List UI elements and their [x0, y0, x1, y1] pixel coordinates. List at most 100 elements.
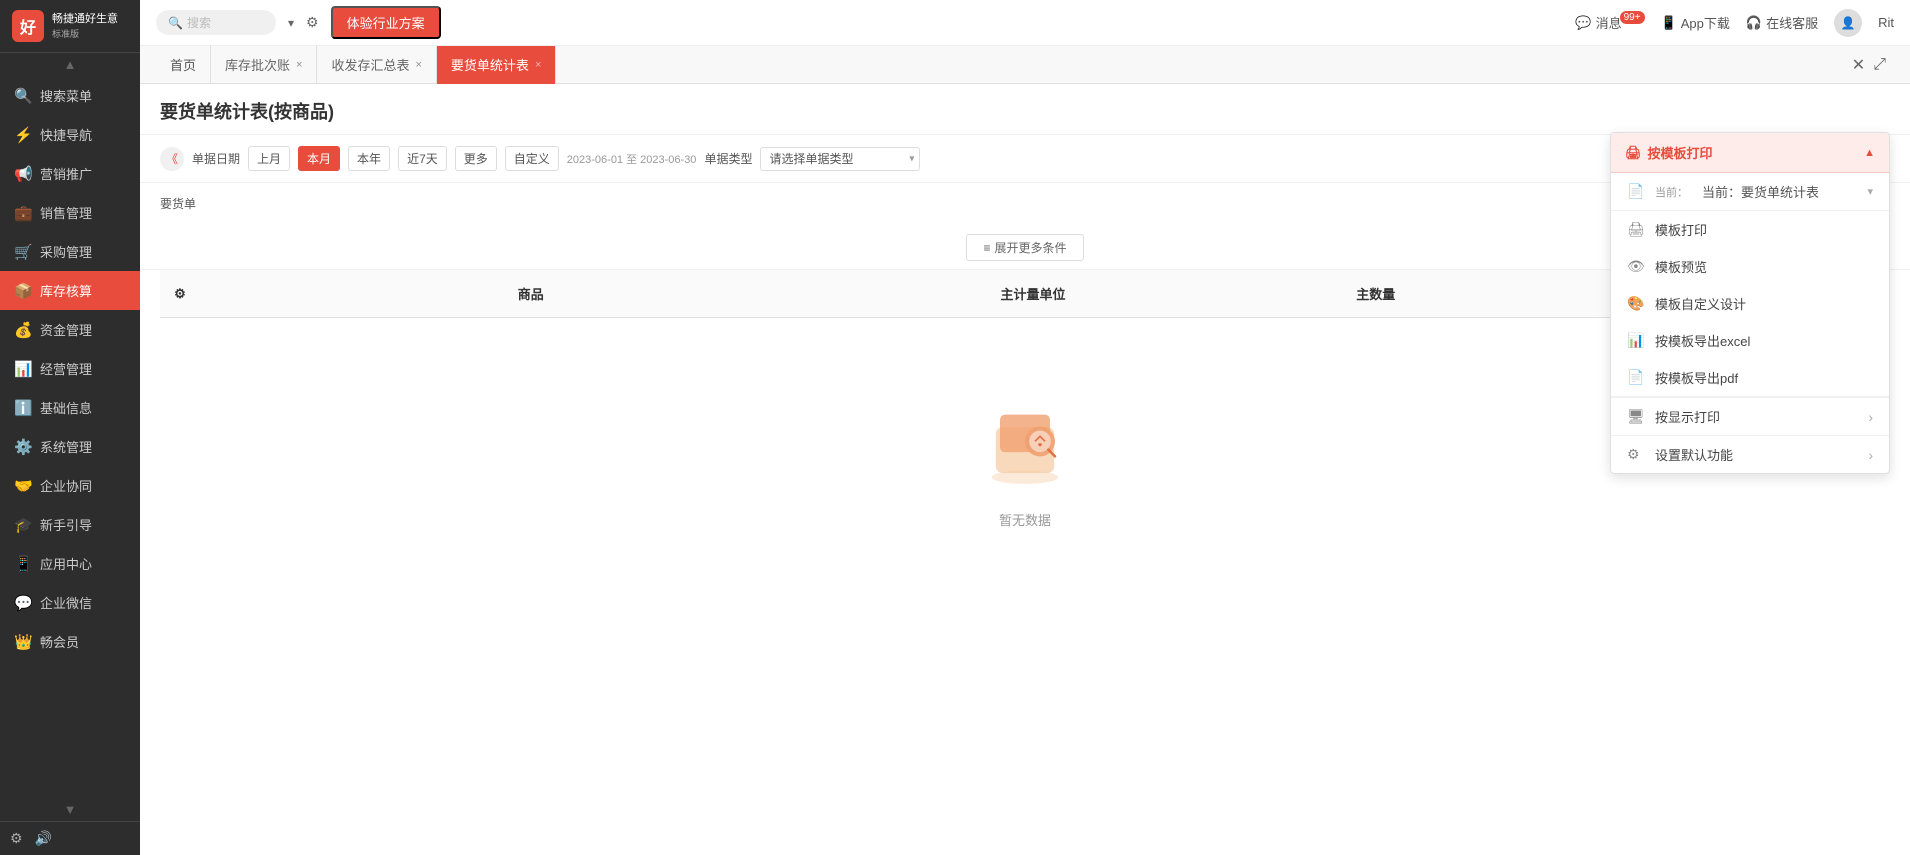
- app-download-action[interactable]: 📱 App下载: [1661, 13, 1730, 32]
- dropdown-item-export-excel[interactable]: 📊 按模板导出excel: [1611, 322, 1889, 359]
- col-product: 商品: [200, 278, 862, 309]
- expand-more-label: 展开更多条件: [995, 239, 1067, 256]
- current-dropdown-arrow[interactable]: ▾: [1867, 185, 1873, 198]
- filter-expand-icon[interactable]: 《: [160, 147, 184, 171]
- tab-want-close[interactable]: ×: [535, 59, 541, 71]
- type-select[interactable]: 请选择单据类型: [760, 147, 920, 171]
- tab-receipt-summary[interactable]: 收发存汇总表 ×: [317, 46, 436, 84]
- speaker-bottom-icon[interactable]: 🔊: [35, 830, 52, 847]
- topbar-dropdown[interactable]: ▾: [288, 16, 294, 30]
- sidebar-item-system[interactable]: ⚙️ 系统管理: [0, 427, 140, 466]
- sidebar-item-basic[interactable]: ℹ️ 基础信息: [0, 388, 140, 427]
- display-print-label: 按显示打印: [1655, 407, 1858, 426]
- tab-home[interactable]: 首页: [156, 46, 211, 84]
- type-select-wrapper: 请选择单据类型: [760, 147, 920, 171]
- app-logo: 好 畅捷通好生意 标准版: [0, 0, 140, 53]
- settings-bottom-icon[interactable]: ⚙: [10, 830, 23, 847]
- topbar: 🔍 搜索 ▾ ⚙ 体验行业方案 💬 消息 99+ 📱 App下载 🎧 在线客服 …: [140, 0, 1910, 46]
- date-btn-current-month[interactable]: 本月: [298, 146, 340, 171]
- sidebar-item-search[interactable]: 🔍 搜索菜单: [0, 76, 140, 115]
- sidebar-item-wechat[interactable]: 💬 企业微信: [0, 583, 140, 622]
- page-content: 要货单统计表(按商品) 《 单据日期 上月 本月 本年 近7天 更多 自定义 2…: [140, 84, 1910, 855]
- col-unit: 主计量单位: [862, 278, 1205, 309]
- apps-icon: 📱: [14, 555, 32, 573]
- tabs-bar: 首页 库存批次账 × 收发存汇总表 × 要货单统计表 × ✕ ⤢: [140, 46, 1910, 84]
- date-btn-prev-month[interactable]: 上月: [248, 146, 290, 171]
- dropdown-item-template-print[interactable]: 🖨 模板打印: [1611, 211, 1889, 248]
- sidebar-item-quicknav[interactable]: ⚡ 快捷导航: [0, 115, 140, 154]
- avatar[interactable]: 👤: [1834, 9, 1862, 37]
- template-print-label: 模板打印: [1655, 220, 1873, 239]
- trial-btn[interactable]: 体验行业方案: [331, 6, 441, 39]
- dropdown-collapse-arrow[interactable]: ▲: [1864, 147, 1875, 159]
- dropdown-item-template-design[interactable]: 🎨 模板自定义设计: [1611, 285, 1889, 322]
- topbar-gear-icon[interactable]: ⚙: [306, 14, 319, 31]
- date-btn-last-7[interactable]: 近7天: [398, 146, 447, 171]
- sidebar-item-apps[interactable]: 📱 应用中心: [0, 544, 140, 583]
- dropdown-print-icon: 🖨: [1625, 145, 1642, 161]
- expand-panel-icon[interactable]: ⤢: [1873, 56, 1886, 74]
- sidebar-item-operations[interactable]: 📊 经营管理: [0, 349, 140, 388]
- sidebar-item-member-label: 畅会员: [40, 632, 79, 651]
- tab-receipt-close[interactable]: ×: [415, 59, 421, 71]
- set-default-label: 设置默认功能: [1655, 445, 1858, 464]
- sidebar-item-marketing[interactable]: 📢 营销推广: [0, 154, 140, 193]
- date-btn-custom[interactable]: 自定义: [505, 146, 559, 171]
- dropdown-section-display-print[interactable]: 🖥 按显示打印: [1611, 397, 1889, 435]
- sidebar-item-member[interactable]: 👑 畅会员: [0, 622, 140, 661]
- scroll-up-btn[interactable]: ▲: [0, 53, 140, 76]
- tab-want-label: 要货单统计表: [451, 55, 529, 74]
- dropdown-item-template-preview[interactable]: 👁 模板预览: [1611, 248, 1889, 285]
- app-name: 畅捷通好生意: [52, 12, 118, 26]
- wechat-icon: 💬: [14, 594, 32, 612]
- topbar-search-text: 搜索: [187, 14, 211, 31]
- cargo-filter-label: 要货单: [160, 195, 196, 212]
- sidebar-item-guide[interactable]: 🎓 新手引导: [0, 505, 140, 544]
- current-template-label: 当前：要货单统计表: [1702, 182, 1857, 201]
- sidebar-nav: 🔍 搜索菜单 ⚡ 快捷导航 📢 营销推广 💼 销售管理 🛒 采购管理 📦 库存核…: [0, 76, 140, 798]
- message-icon: 💬: [1575, 15, 1591, 31]
- tab-batch-close[interactable]: ×: [296, 59, 302, 71]
- type-filter-label: 单据类型: [704, 150, 752, 167]
- member-icon: 👑: [14, 633, 32, 651]
- template-preview-label: 模板预览: [1655, 257, 1873, 276]
- close-panel-icon[interactable]: ✕: [1852, 55, 1865, 75]
- marketing-icon: 📢: [14, 165, 32, 183]
- logo-icon: 好: [12, 10, 44, 42]
- expand-more-btn[interactable]: ≡ 展开更多条件: [966, 234, 1083, 261]
- sidebar-item-purchase[interactable]: 🛒 采购管理: [0, 232, 140, 271]
- dropdown-current-item[interactable]: 📄 当前： 当前：要货单统计表 ▾: [1611, 173, 1889, 210]
- sidebar-item-finance[interactable]: 💰 资金管理: [0, 310, 140, 349]
- export-excel-icon: 📊: [1627, 332, 1645, 349]
- scroll-down-btn[interactable]: ▼: [0, 798, 140, 821]
- sidebar-item-search-label: 搜索菜单: [40, 86, 92, 105]
- online-service-action[interactable]: 🎧 在线客服: [1746, 13, 1818, 32]
- date-filter-label: 单据日期: [192, 150, 240, 167]
- dropdown-section-set-default[interactable]: ⚙ 设置默认功能: [1611, 435, 1889, 473]
- sidebar-item-operations-label: 经营管理: [40, 359, 92, 378]
- tab-want-stats[interactable]: 要货单统计表 ×: [437, 46, 556, 84]
- sidebar-item-purchase-label: 采购管理: [40, 242, 92, 261]
- export-excel-label: 按模板导出excel: [1655, 331, 1873, 350]
- inventory-icon: 📦: [14, 282, 32, 300]
- col-gear[interactable]: ⚙: [160, 280, 200, 308]
- message-badge: 99+: [1620, 11, 1645, 24]
- sidebar-item-sales[interactable]: 💼 销售管理: [0, 193, 140, 232]
- sidebar-item-collab[interactable]: 🤝 企业协同: [0, 466, 140, 505]
- template-print-icon: 🖨: [1627, 221, 1645, 238]
- sidebar-item-sales-label: 销售管理: [40, 203, 92, 222]
- topbar-search-box[interactable]: 🔍 搜索: [156, 10, 276, 35]
- username: Rit: [1878, 15, 1894, 30]
- message-action[interactable]: 💬 消息 99+: [1575, 13, 1644, 32]
- dropdown-item-export-pdf[interactable]: 📄 按模板导出pdf: [1611, 359, 1889, 396]
- guide-icon: 🎓: [14, 516, 32, 534]
- purchase-icon: 🛒: [14, 243, 32, 261]
- search-icon: 🔍: [14, 87, 32, 105]
- empty-illustration: [975, 398, 1075, 498]
- tab-batch[interactable]: 库存批次账 ×: [211, 46, 317, 84]
- date-btn-more[interactable]: 更多: [455, 146, 497, 171]
- topbar-actions: 💬 消息 99+ 📱 App下载 🎧 在线客服 👤 Rit: [1575, 9, 1894, 37]
- sidebar-item-inventory[interactable]: 📦 库存核算: [0, 271, 140, 310]
- column-gear-icon: ⚙: [174, 286, 186, 301]
- date-btn-current-year[interactable]: 本年: [348, 146, 390, 171]
